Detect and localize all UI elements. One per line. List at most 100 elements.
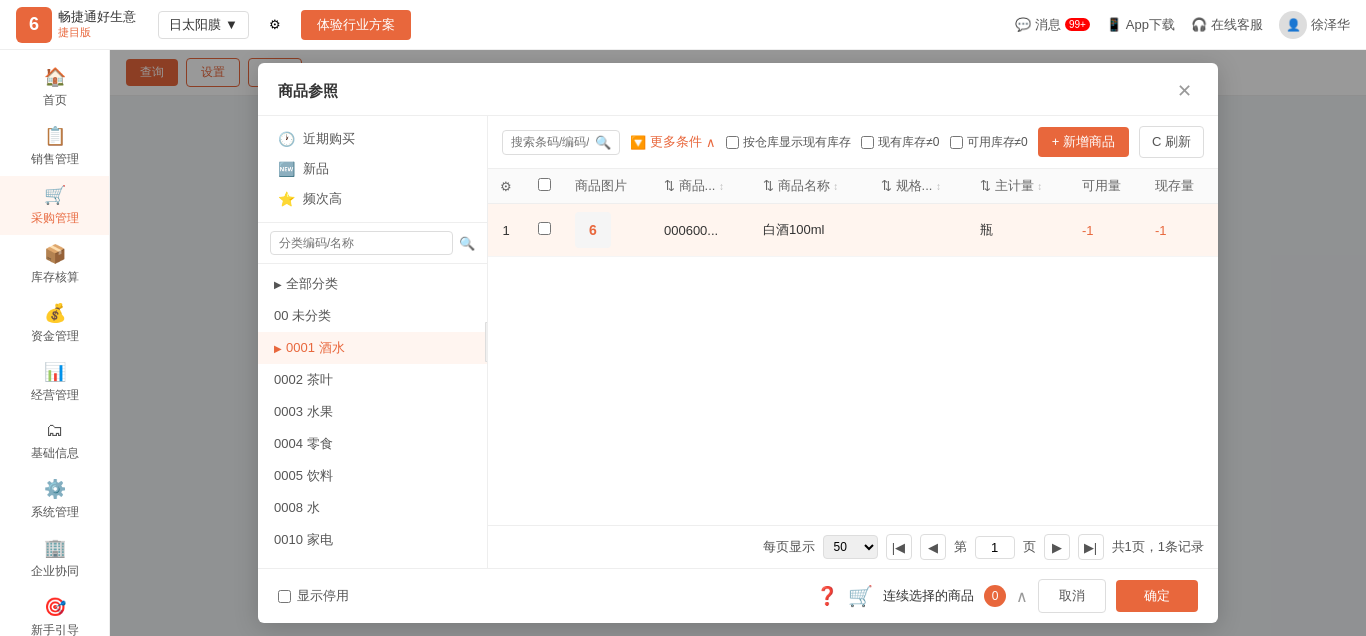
th-unit[interactable]: ⇅ 主计量 ↕ [970,169,1072,204]
sidebar-item-inventory[interactable]: 📦 库存核算 [0,235,109,294]
gear-icon[interactable]: ⚙ [261,11,289,39]
sidebar-item-operation[interactable]: 📊 经营管理 [0,353,109,412]
category-item-0004[interactable]: 0004 零食 [258,428,487,460]
basic-icon: 🗂 [46,420,64,441]
add-product-button[interactable]: + 新增商品 [1038,127,1129,157]
category-label: 0008 水 [274,499,320,517]
finance-icon: 💰 [44,302,66,324]
product-image: 6 [575,212,611,248]
category-item-0003[interactable]: 0003 水果 [258,396,487,428]
show-disabled-checkbox[interactable] [278,590,291,603]
message-icon: 💬 [1015,17,1031,32]
sidebar-label: 企业协同 [31,563,79,580]
sidebar-item-finance[interactable]: 💰 资金管理 [0,294,109,353]
online-service-btn[interactable]: 🎧 在线客服 [1191,16,1263,34]
page-prev-button[interactable]: ◀ [920,534,946,560]
help-icon[interactable]: ❓ [816,585,838,607]
message-btn[interactable]: 💬 消息 99+ [1015,16,1090,34]
search-bar: 🔍 🔽 更多条件 ∧ 按仓库显示现有库存 [488,116,1218,169]
table-row[interactable]: 1 6 [488,204,1218,257]
operation-icon: 📊 [44,361,66,383]
sidebar-item-guide[interactable]: 🎯 新手引导 [0,588,109,636]
modal-close-button[interactable]: ✕ [1170,77,1198,105]
sidebar-label: 库存核算 [31,269,79,286]
th-code[interactable]: ⇅ 商品... ↕ [654,169,753,204]
category-item-0010[interactable]: 0010 家电 [258,524,487,556]
cancel-button[interactable]: 取消 [1038,579,1106,613]
sidebar-label: 经营管理 [31,387,79,404]
row-num: 1 [488,204,524,257]
user-profile[interactable]: 👤 徐泽华 [1279,11,1350,39]
modal-title: 商品参照 [278,82,338,101]
sidebar-item-sales[interactable]: 📋 销售管理 [0,117,109,176]
select-all-checkbox[interactable] [538,178,551,191]
checkbox-show-stock[interactable]: 按仓库显示现有库存 [726,134,851,151]
clock-icon: 🕐 [278,131,295,147]
category-label: 0002 茶叶 [274,371,333,389]
phone-icon: 📱 [1106,17,1122,32]
sidebar-item-system[interactable]: ⚙️ 系统管理 [0,470,109,529]
sidebar-label: 首页 [43,92,67,109]
quick-label: 频次高 [303,190,342,208]
total-info: 共1页，1条记录 [1112,538,1204,556]
page-next-button[interactable]: ▶ [1044,534,1070,560]
category-item-0001[interactable]: ▶ 0001 酒水 [258,332,487,364]
nonzero-stock-checkbox[interactable] [861,136,874,149]
th-gear[interactable]: ⚙ [488,169,524,204]
category-label: 0001 酒水 [286,339,345,357]
category-item-0002[interactable]: 0002 茶叶 [258,364,487,396]
checkbox-nonzero-stock[interactable]: 现有库存≠0 [861,134,939,151]
pagination: 每页显示 50 20 100 |◀ ◀ 第 页 ▶ [488,525,1218,568]
quick-item-recent[interactable]: 🕐 近期购买 [270,124,475,154]
message-badge: 99+ [1065,18,1090,31]
modal-footer: 显示停用 ❓ 🛒 连续选择的商品 0 ∧ 取消 确定 [258,568,1218,623]
modal-right-panel: 🔍 🔽 更多条件 ∧ 按仓库显示现有库存 [488,116,1218,568]
usable-nonzero-checkbox[interactable] [950,136,963,149]
checkbox-usable-nonzero[interactable]: 可用库存≠0 [950,134,1028,151]
sidebar-item-basic[interactable]: 🗂 基础信息 [0,412,109,470]
filter-button[interactable]: 🔽 更多条件 ∧ [630,133,716,151]
category-label: 全部分类 [286,275,338,293]
cart-icon[interactable]: 🛒 [848,584,873,608]
category-label: 0005 饮料 [274,467,333,485]
quick-item-frequent[interactable]: ⭐ 频次高 [270,184,475,214]
sidebar-item-purchase[interactable]: 🛒 采购管理 [0,176,109,235]
show-disabled-label[interactable]: 显示停用 [278,587,349,605]
refresh-button[interactable]: C 刷新 [1139,126,1204,158]
footer-left: 显示停用 [278,587,349,605]
show-stock-checkbox[interactable] [726,136,739,149]
confirm-button[interactable]: 确定 [1116,580,1198,612]
sidebar-item-home[interactable]: 🏠 首页 [0,58,109,117]
search-icon[interactable]: 🔍 [459,236,475,251]
page-first-button[interactable]: |◀ [886,534,912,560]
count-badge: 0 [984,585,1006,607]
store-selector[interactable]: 日太阳膜 ▼ [158,11,249,39]
page-input[interactable] [975,536,1015,559]
sidebar-item-enterprise[interactable]: 🏢 企业协同 [0,529,109,588]
row-checkbox-cell[interactable] [524,204,565,257]
collapse-arrow-icon[interactable]: ∧ [1016,587,1028,606]
category-item-0008[interactable]: 0008 水 [258,492,487,524]
category-label: 0003 水果 [274,403,333,421]
th-checkbox [524,169,565,204]
logo-area: 6 畅捷通好生意 捷目版 [16,7,136,43]
headset-icon: 🎧 [1191,17,1207,32]
quick-item-new[interactable]: 🆕 新品 [270,154,475,184]
category-item-0005[interactable]: 0005 饮料 [258,460,487,492]
sidebar-label: 采购管理 [31,210,79,227]
search-input[interactable] [511,135,589,149]
row-unit: 瓶 [970,204,1072,257]
category-search-input[interactable] [270,231,453,255]
search-icon[interactable]: 🔍 [595,135,611,150]
th-spec[interactable]: ⇅ 规格... ↕ [871,169,970,204]
row-checkbox[interactable] [538,222,551,235]
category-item-00[interactable]: 00 未分类 [258,300,487,332]
page-last-button[interactable]: ▶| [1078,534,1104,560]
trial-button[interactable]: 体验行业方案 [301,10,411,40]
row-img-cell: 6 [565,204,654,257]
page-size-select[interactable]: 50 20 100 [823,535,878,559]
category-item-all[interactable]: ▶ 全部分类 [258,268,487,300]
row-stock: -1 [1145,204,1218,257]
th-name[interactable]: ⇅ 商品名称 ↕ [753,169,871,204]
app-download-btn[interactable]: 📱 App下载 [1106,16,1175,34]
